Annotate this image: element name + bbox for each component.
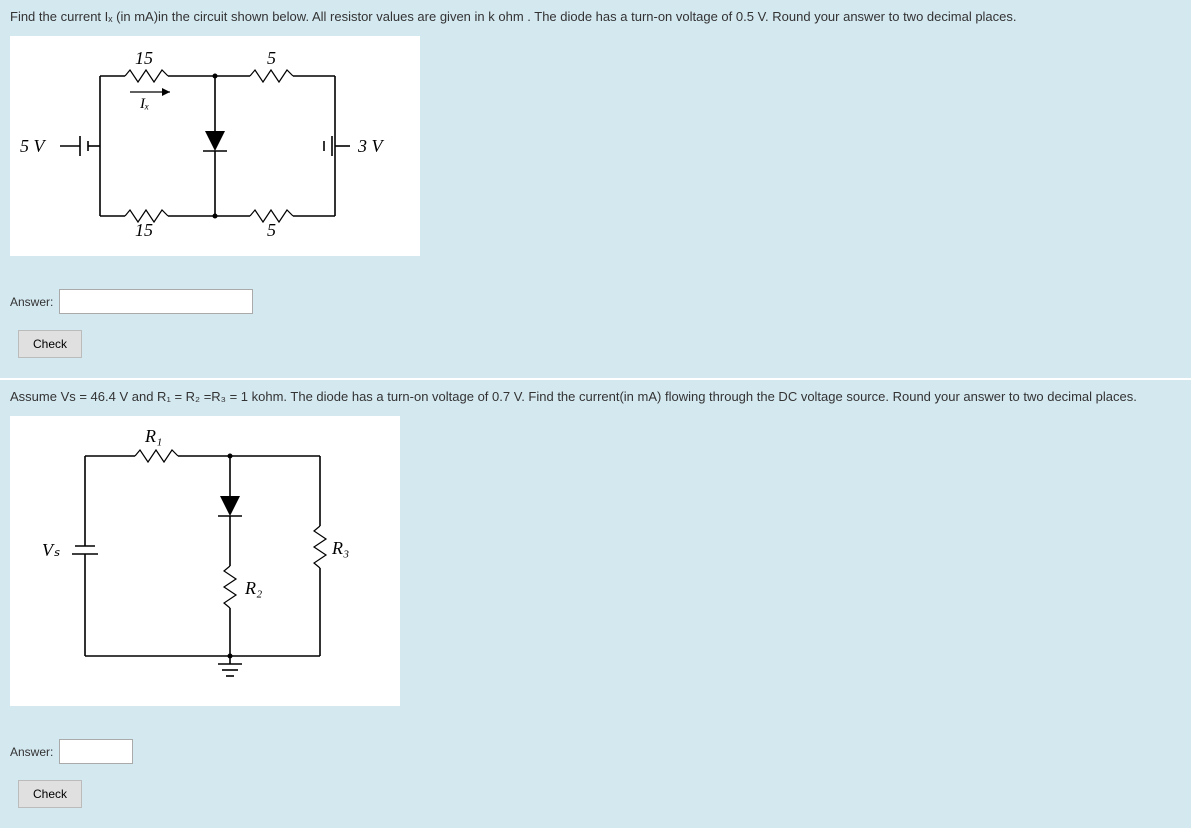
label-5v-left: 5 V xyxy=(20,136,47,156)
answer-label-1: Answer: xyxy=(10,295,53,309)
circuit-diagram-1: 5 V 15 Iₓ 5 15 xyxy=(10,36,420,256)
label-r1: R₁ xyxy=(144,426,162,446)
question-text-1: Find the current Iₓ (in mA)in the circui… xyxy=(10,8,1181,26)
label-3v-right: 3 V xyxy=(357,136,385,156)
answer-input-2[interactable] xyxy=(59,739,133,764)
question-text-2: Assume Vs = 46.4 V and R₁ = R₂ =R₃ = 1 k… xyxy=(10,388,1181,406)
problem-2: Assume Vs = 46.4 V and R₁ = R₂ =R₃ = 1 k… xyxy=(0,380,1191,830)
label-ix: Iₓ xyxy=(139,96,149,112)
label-r2: R₂ xyxy=(244,578,262,598)
check-button-2[interactable]: Check xyxy=(18,780,82,808)
answer-row-1: Answer: xyxy=(10,289,1181,314)
answer-row-2: Answer: xyxy=(10,739,1181,764)
label-vs: Vₛ xyxy=(42,540,60,560)
check-button-1[interactable]: Check xyxy=(18,330,82,358)
label-r15-bot: 15 xyxy=(135,220,153,240)
label-r5-top: 5 xyxy=(267,48,276,68)
label-r5-bot: 5 xyxy=(267,220,276,240)
circuit-diagram-2: Vₛ R₁ R₂ R₃ xyxy=(10,416,400,706)
problem-1: Find the current Iₓ (in mA)in the circui… xyxy=(0,0,1191,380)
label-r3: R₃ xyxy=(331,538,349,558)
answer-label-2: Answer: xyxy=(10,745,53,759)
label-r15-top: 15 xyxy=(135,48,153,68)
answer-input-1[interactable] xyxy=(59,289,253,314)
